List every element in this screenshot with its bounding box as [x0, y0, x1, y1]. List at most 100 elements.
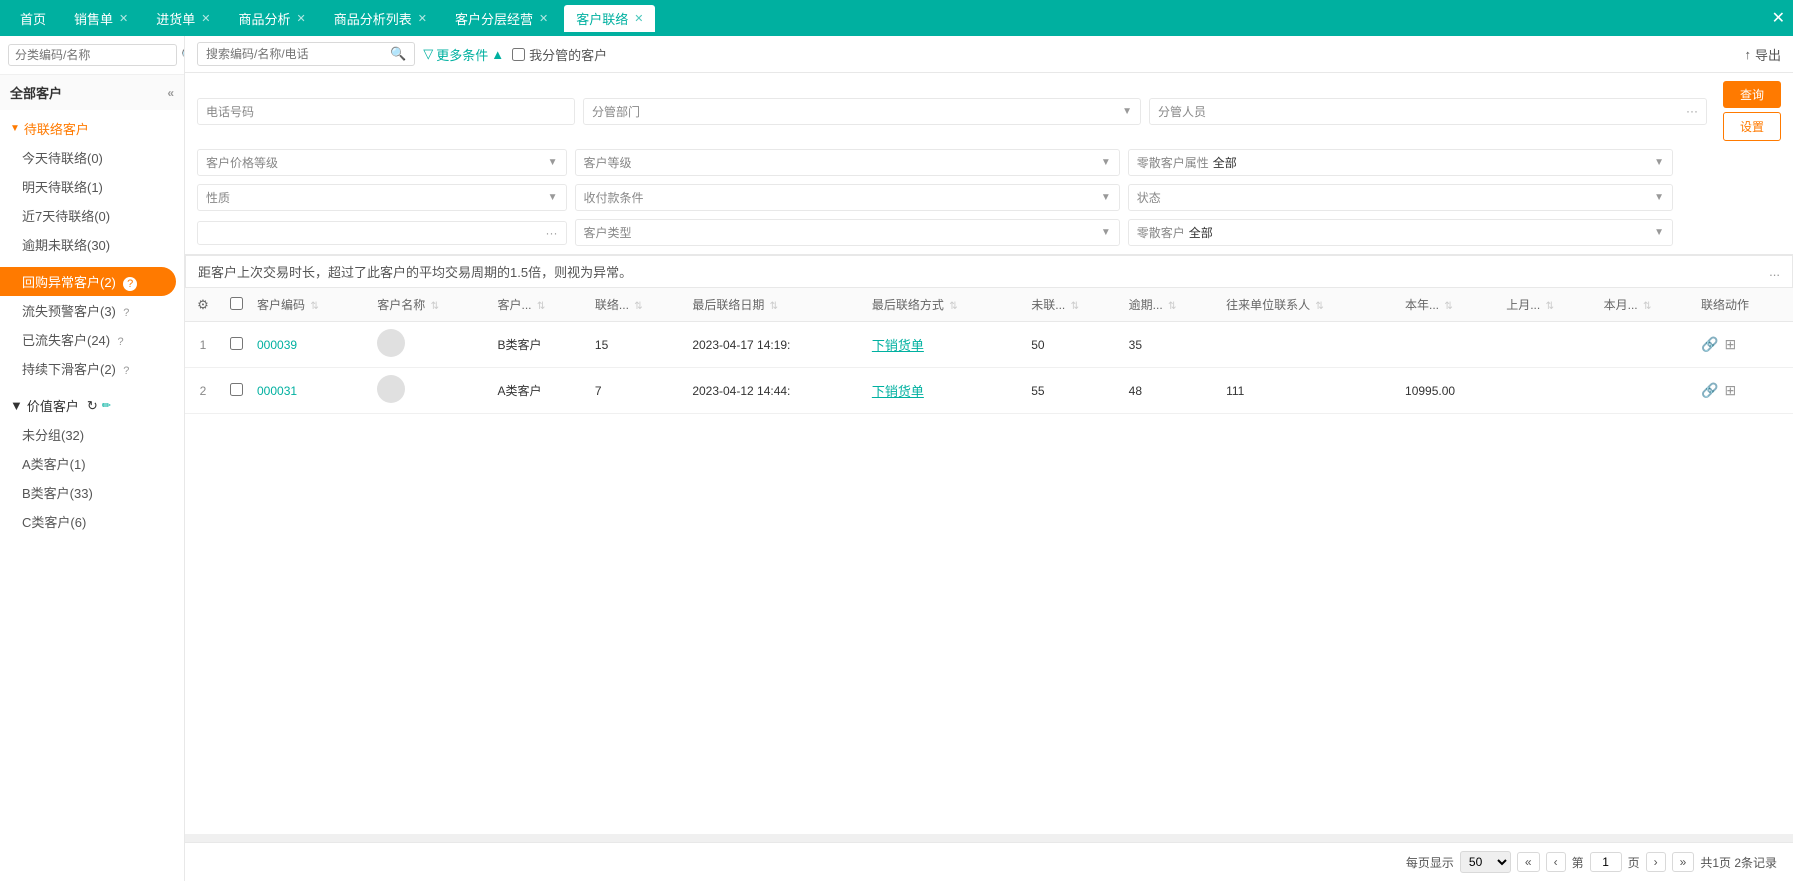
- nature-dropdown-icon[interactable]: ▼: [548, 192, 558, 203]
- close-customer-contact-icon[interactable]: ✕: [634, 12, 643, 25]
- query-button[interactable]: 查询: [1723, 81, 1781, 108]
- first-page-button[interactable]: «: [1517, 852, 1540, 872]
- gear-icon[interactable]: ⚙: [197, 297, 209, 312]
- cell-checkbox[interactable]: [221, 322, 251, 368]
- filter-search-box[interactable]: 🔍: [197, 42, 415, 66]
- my-customers-checkbox[interactable]: [512, 48, 525, 61]
- sort-icon[interactable]: ⇅: [1071, 301, 1079, 312]
- filter-retail-customer[interactable]: 零散客户 全部 ▼: [1128, 219, 1673, 246]
- select-all-checkbox[interactable]: [230, 297, 243, 310]
- sidebar-item-lost-customers[interactable]: 已流失客户(24) ?: [0, 325, 184, 354]
- tab-product-analysis[interactable]: 商品分析 ✕: [226, 5, 317, 32]
- my-customers-checkbox-label[interactable]: 我分管的客户: [512, 45, 607, 64]
- sidebar-item-overdue-contact[interactable]: 逾期未联络(30): [0, 230, 184, 259]
- close-product-analysis-icon[interactable]: ✕: [297, 12, 306, 25]
- all-customers-title[interactable]: 全部客户 «: [0, 75, 184, 110]
- retail-attribute-dropdown-icon[interactable]: ▼: [1654, 157, 1664, 168]
- tab-home[interactable]: 首页: [8, 5, 58, 32]
- sidebar-search-input[interactable]: [8, 44, 177, 66]
- sidebar-item-today-pending[interactable]: 今天待联络(0): [0, 143, 184, 172]
- tab-purchase-order[interactable]: 进货单 ✕: [144, 5, 222, 32]
- filter-customer-level[interactable]: 客户等级 ▼: [575, 149, 1120, 176]
- customer-type-dropdown-icon[interactable]: ▼: [1101, 227, 1111, 238]
- prev-page-button[interactable]: ‹: [1546, 852, 1566, 872]
- filter-phone[interactable]: 电话号码: [197, 98, 575, 125]
- tooltip-dots-button[interactable]: ...: [1769, 264, 1780, 279]
- tab-sales-order[interactable]: 销售单 ✕: [62, 5, 140, 32]
- cell-contact: 15: [589, 322, 686, 368]
- extra-dots-icon[interactable]: ···: [546, 226, 558, 240]
- sidebar-item-class-c[interactable]: C类客户(6): [0, 507, 184, 536]
- sidebar-item-7days-pending[interactable]: 近7天待联络(0): [0, 201, 184, 230]
- close-sales-order-icon[interactable]: ✕: [119, 12, 128, 25]
- sidebar-item-repeat-purchase-abnormal[interactable]: 回购异常客户(2) ?: [0, 267, 176, 296]
- price-level-label: 客户价格等级: [206, 154, 278, 171]
- cell-checkbox[interactable]: [221, 368, 251, 414]
- export-button[interactable]: ↑ 导出: [1744, 45, 1781, 64]
- filter-customer-type[interactable]: 客户类型 ▼: [575, 219, 1120, 246]
- sort-icon[interactable]: ⇅: [1168, 301, 1176, 312]
- cell-last-contact-method[interactable]: 下销货单: [866, 322, 1025, 368]
- sort-icon[interactable]: ⇅: [310, 301, 318, 312]
- sort-icon[interactable]: ⇅: [1315, 301, 1323, 312]
- more-conditions-button[interactable]: ▽ 更多条件 ▲: [423, 45, 504, 64]
- col-gear[interactable]: ⚙: [185, 288, 221, 322]
- payment-terms-dropdown-icon[interactable]: ▼: [1101, 192, 1111, 203]
- status-dropdown-icon[interactable]: ▼: [1654, 192, 1664, 203]
- grid-action-icon[interactable]: ⊞: [1724, 382, 1736, 399]
- filter-payment-terms[interactable]: 收付款条件 ▼: [575, 184, 1120, 211]
- settings-button[interactable]: 设置: [1723, 112, 1781, 141]
- customer-level-dropdown-icon[interactable]: ▼: [1101, 157, 1111, 168]
- refresh-icon[interactable]: ↻: [87, 398, 98, 414]
- close-customer-segmentation-icon[interactable]: ✕: [539, 12, 548, 25]
- next-page-button[interactable]: ›: [1646, 852, 1666, 872]
- col-checkbox[interactable]: [221, 288, 251, 322]
- sort-icon[interactable]: ⇅: [949, 301, 957, 312]
- cell-last-contact-method[interactable]: 下销货单: [866, 368, 1025, 414]
- filter-nature[interactable]: 性质 ▼: [197, 184, 567, 211]
- filter-manager[interactable]: 分管人员 ···: [1149, 98, 1707, 125]
- page-size-select[interactable]: 50 20 100: [1460, 851, 1511, 873]
- tab-product-analysis-list[interactable]: 商品分析列表 ✕: [322, 5, 439, 32]
- sort-icon[interactable]: ⇅: [1643, 301, 1651, 312]
- sidebar-item-ungroup[interactable]: 未分组(32): [0, 420, 184, 449]
- search-input[interactable]: [206, 47, 386, 61]
- collapse-icon[interactable]: «: [167, 86, 174, 100]
- value-customer-group-title[interactable]: ▼ 价值客户 ↻ ✏: [0, 391, 184, 420]
- grid-action-icon[interactable]: ⊞: [1724, 336, 1736, 353]
- price-level-dropdown-icon[interactable]: ▼: [548, 157, 558, 168]
- filter-retail-attribute[interactable]: 零散客户属性 全部 ▼: [1128, 149, 1673, 176]
- sort-icon[interactable]: ⇅: [770, 301, 778, 312]
- sort-icon[interactable]: ⇅: [537, 301, 545, 312]
- sort-icon[interactable]: ⇅: [634, 301, 642, 312]
- last-page-button[interactable]: »: [1672, 852, 1695, 872]
- page-number-input[interactable]: [1590, 852, 1622, 872]
- filter-dots[interactable]: ···: [197, 221, 567, 245]
- sort-icon[interactable]: ⇅: [1546, 301, 1554, 312]
- edit-icon[interactable]: ✏: [102, 399, 111, 412]
- link-action-icon[interactable]: 🔗: [1701, 336, 1718, 353]
- sort-icon[interactable]: ⇅: [1444, 301, 1452, 312]
- filter-price-level[interactable]: 客户价格等级 ▼: [197, 149, 567, 176]
- pending-contact-group-title[interactable]: ▼ 待联络客户: [0, 114, 184, 143]
- filter-status[interactable]: 状态 ▼: [1128, 184, 1673, 211]
- cell-name: [371, 322, 491, 368]
- filter-dept[interactable]: 分管部门 ▼: [583, 98, 1141, 125]
- tab-customer-contact[interactable]: 客户联络 ✕: [564, 5, 655, 32]
- close-product-analysis-list-icon[interactable]: ✕: [418, 12, 427, 25]
- tab-customer-segmentation[interactable]: 客户分层经营 ✕: [443, 5, 560, 32]
- manager-dots-icon[interactable]: ···: [1686, 104, 1698, 118]
- sort-icon[interactable]: ⇅: [431, 301, 439, 312]
- phone-label: 电话号码: [206, 103, 254, 120]
- sidebar-item-class-a[interactable]: A类客户(1): [0, 449, 184, 478]
- sidebar-item-class-b[interactable]: B类客户(33): [0, 478, 184, 507]
- sidebar-item-tomorrow-pending[interactable]: 明天待联络(1): [0, 172, 184, 201]
- link-action-icon[interactable]: 🔗: [1701, 382, 1718, 399]
- dept-dropdown-icon[interactable]: ▼: [1122, 106, 1132, 117]
- close-purchase-order-icon[interactable]: ✕: [201, 12, 210, 25]
- close-all-tabs-button[interactable]: ✕: [1772, 8, 1785, 28]
- sidebar-item-lost-pre-customers[interactable]: 流失预警客户(3) ?: [0, 296, 184, 325]
- sidebar-item-declining-customers[interactable]: 持续下滑客户(2) ?: [0, 354, 184, 383]
- horizontal-scrollbar[interactable]: [185, 834, 1793, 842]
- retail-customer-dropdown-icon[interactable]: ▼: [1654, 227, 1664, 238]
